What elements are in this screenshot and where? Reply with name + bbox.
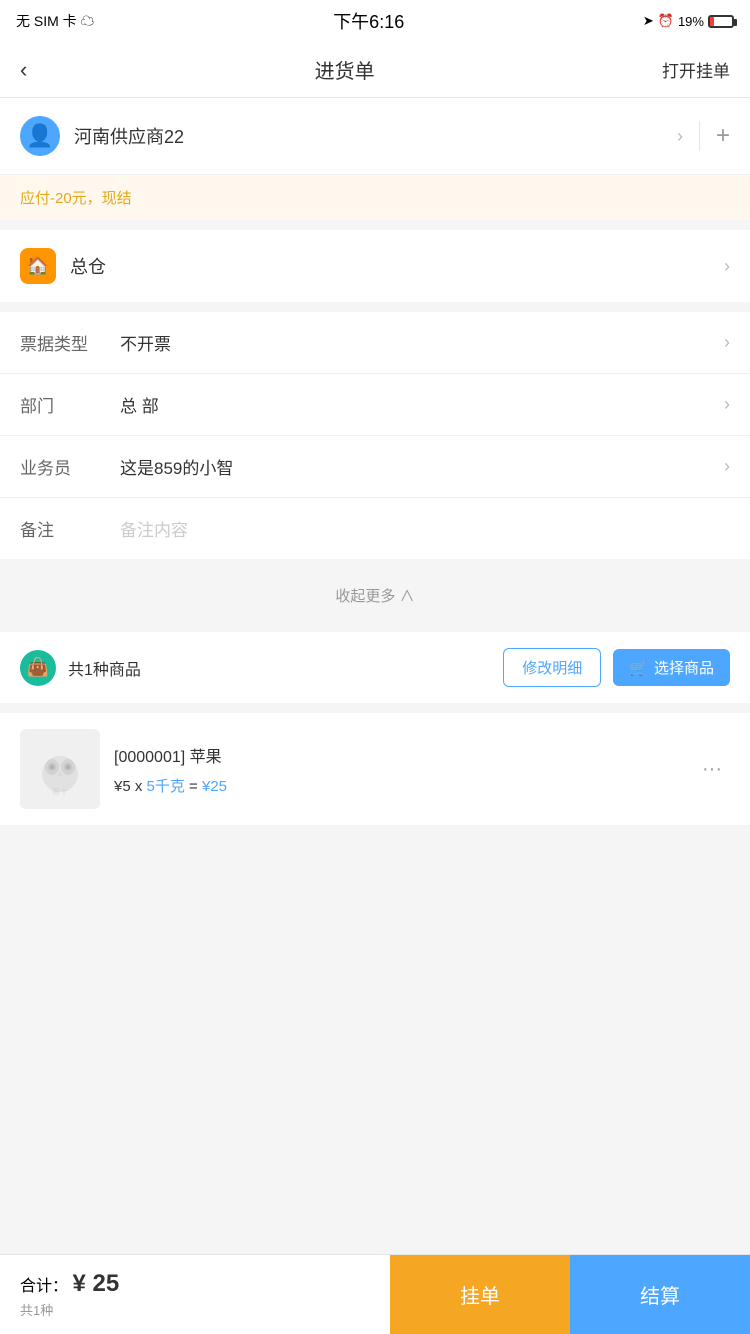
product-thumbnail: 兽十 — [20, 729, 100, 809]
remark-placeholder[interactable]: 备注内容 — [120, 516, 730, 541]
edit-detail-button[interactable]: 修改明细 — [503, 648, 601, 687]
product-code: [0000001] — [114, 749, 185, 766]
total-price: ¥25 — [202, 778, 227, 795]
product-price: ¥5 x 5千克 = ¥25 — [114, 775, 680, 796]
remark-label: 备注 — [20, 516, 120, 541]
hang-button[interactable]: 挂单 — [390, 1255, 570, 1334]
chevron-right-icon: › — [724, 456, 730, 477]
unit-price: ¥5 — [114, 778, 131, 795]
remark-row[interactable]: 备注 备注内容 — [0, 497, 750, 559]
chevron-right-icon: › — [724, 256, 730, 277]
total-count: 共1种 — [20, 1300, 370, 1319]
chevron-right-icon: › — [724, 332, 730, 353]
bottom-bar: 合计： ¥ 25 共1种 挂单 结算 — [0, 1254, 750, 1334]
dept-value: 总 部 — [120, 392, 724, 417]
svg-text:兽十: 兽十 — [52, 786, 68, 796]
chevron-right-icon: › — [724, 394, 730, 415]
product-item: 兽十 [0000001] 苹果 ¥5 x 5千克 = ¥25 ··· — [0, 713, 750, 825]
dept-row[interactable]: 部门 总 部 › — [0, 373, 750, 435]
page-title: 进货单 — [315, 55, 375, 84]
select-product-button[interactable]: 🛒 选择商品 — [613, 649, 730, 686]
products-header: 👜 共1种商品 修改明细 🛒 选择商品 — [0, 632, 750, 703]
cart-icon: 🛒 — [629, 659, 648, 677]
person-icon: 👤 — [26, 123, 53, 149]
location-icon: ➤ — [643, 13, 654, 29]
product-title: 苹果 — [190, 749, 222, 766]
collapse-row[interactable]: 收起更多 ∧ — [0, 569, 750, 622]
supplier-alert: 应付-20元，现结 — [0, 175, 750, 220]
warehouse-name: 总仓 — [70, 253, 724, 279]
sim-status: 无 SIM 卡 ☁ — [16, 11, 95, 31]
add-button[interactable]: + — [716, 122, 730, 150]
total-amount: ¥ 25 — [72, 1270, 119, 1297]
product-info: [0000001] 苹果 ¥5 x 5千克 = ¥25 — [114, 743, 680, 796]
status-time: 下午6:16 — [333, 8, 404, 34]
supplier-row[interactable]: 👤 河南供应商22 › + — [0, 98, 750, 175]
sales-value: 这是859的小智 — [120, 454, 724, 479]
bill-type-label: 票据类型 — [20, 330, 120, 355]
bill-type-row[interactable]: 票据类型 不开票 › — [0, 312, 750, 373]
sales-row[interactable]: 业务员 这是859的小智 › — [0, 435, 750, 497]
total-section: 合计： ¥ 25 共1种 — [0, 1270, 390, 1319]
supplier-card: 👤 河南供应商22 › + 应付-20元，现结 — [0, 98, 750, 220]
house-icon: 🏠 — [27, 256, 49, 277]
select-product-label: 选择商品 — [654, 657, 714, 678]
more-button[interactable]: ··· — [694, 750, 730, 789]
total-label: 合计： — [20, 1278, 68, 1295]
battery-percent: 19% — [678, 14, 704, 29]
dept-label: 部门 — [20, 392, 120, 417]
warehouse-card[interactable]: 🏠 总仓 › — [0, 230, 750, 302]
equals-sign: = — [189, 778, 202, 795]
supplier-name: 河南供应商22 — [74, 123, 677, 149]
open-hang-button[interactable]: 打开挂单 — [662, 57, 730, 82]
main-content: 👤 河南供应商22 › + 应付-20元，现结 🏠 总仓 › 票据类型 不开票 … — [0, 98, 750, 915]
status-bar: 无 SIM 卡 ☁ 下午6:16 ➤ ⏰ 19% — [0, 0, 750, 42]
products-count: 共1种商品 — [68, 656, 491, 680]
product-name: [0000001] 苹果 — [114, 743, 680, 767]
status-right: ➤ ⏰ 19% — [643, 13, 734, 29]
form-card: 票据类型 不开票 › 部门 总 部 › 业务员 这是859的小智 › 备注 备注… — [0, 312, 750, 559]
back-button[interactable]: ‹ — [12, 49, 35, 91]
owl-icon: 兽十 — [30, 739, 90, 799]
battery-icon — [708, 15, 734, 28]
vertical-divider — [699, 121, 700, 151]
total-line: 合计： ¥ 25 — [20, 1270, 370, 1298]
bill-type-value: 不开票 — [120, 330, 724, 355]
warehouse-row[interactable]: 🏠 总仓 › — [0, 230, 750, 302]
alarm-icon: ⏰ — [658, 13, 674, 29]
products-icon: 👜 — [20, 650, 56, 686]
nav-bar: ‹ 进货单 打开挂单 — [0, 42, 750, 98]
chevron-right-icon: › — [677, 126, 683, 147]
multiply-sign: x — [135, 778, 147, 795]
bag-icon: 👜 — [27, 657, 49, 678]
status-left: 无 SIM 卡 ☁ — [16, 11, 95, 31]
products-section: 👜 共1种商品 修改明细 🛒 选择商品 — [0, 632, 750, 703]
supplier-avatar: 👤 — [20, 116, 60, 156]
quantity: 5千克 — [147, 778, 185, 795]
sales-label: 业务员 — [20, 454, 120, 479]
warehouse-icon: 🏠 — [20, 248, 56, 284]
settle-button[interactable]: 结算 — [570, 1255, 750, 1334]
